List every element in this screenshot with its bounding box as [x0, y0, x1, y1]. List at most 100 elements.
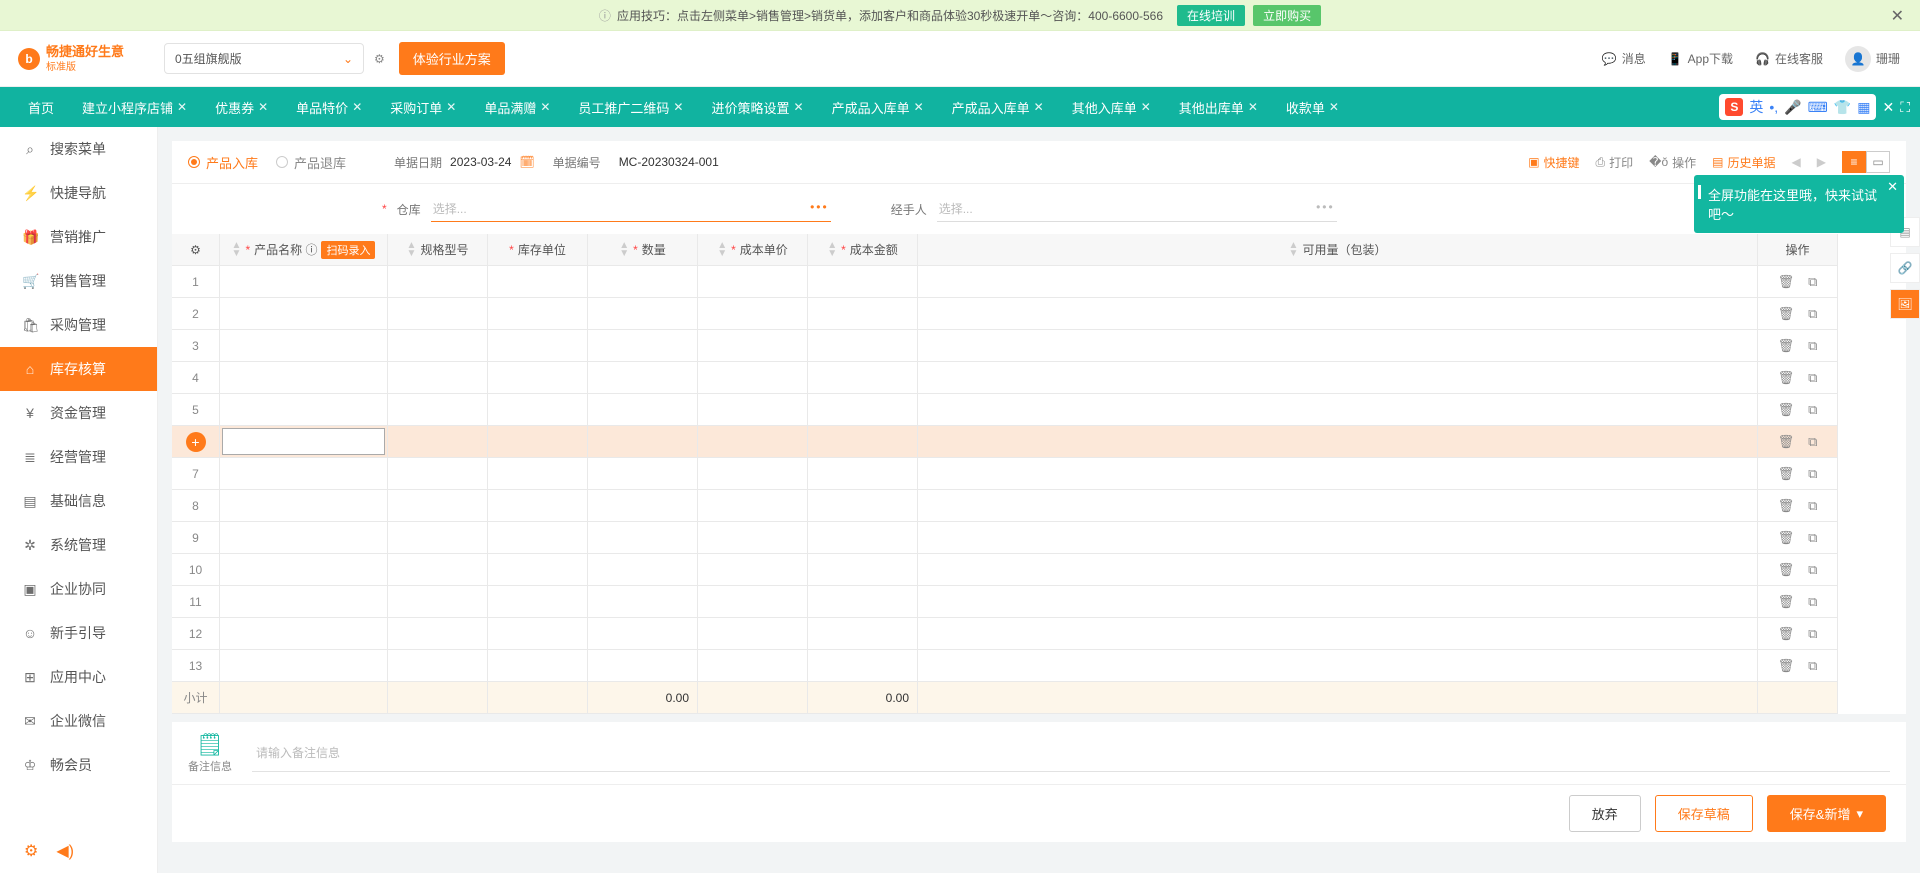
- data-cell[interactable]: [918, 266, 1758, 298]
- calendar-icon[interactable]: 🗓: [519, 155, 534, 169]
- tab-item[interactable]: 优惠券✕: [201, 87, 282, 127]
- delete-icon[interactable]: 🗑: [1778, 530, 1795, 546]
- row-index[interactable]: +: [172, 426, 220, 458]
- mode-in-radio[interactable]: 产品入库: [188, 153, 258, 172]
- tab-close-icon[interactable]: ✕: [446, 100, 456, 114]
- ime-bar[interactable]: S 英 •, 🎤 ⌨ 👕 ▦: [1719, 94, 1876, 120]
- pill-attach-icon[interactable]: 🔗: [1890, 253, 1920, 283]
- user-menu[interactable]: 👤珊珊: [1845, 46, 1900, 72]
- pill-image-icon[interactable]: 🖼: [1890, 289, 1920, 319]
- data-cell[interactable]: [918, 426, 1758, 458]
- data-cell[interactable]: [698, 362, 808, 394]
- sidebar-item[interactable]: ¥资金管理: [0, 391, 157, 435]
- data-cell[interactable]: [588, 490, 698, 522]
- tab-close-icon[interactable]: ✕: [794, 100, 804, 114]
- data-cell[interactable]: [918, 586, 1758, 618]
- delete-icon[interactable]: 🗑: [1778, 562, 1795, 578]
- name-cell[interactable]: [220, 298, 388, 330]
- copy-icon[interactable]: ⧉: [1808, 466, 1817, 482]
- data-cell[interactable]: [588, 330, 698, 362]
- data-cell[interactable]: [698, 586, 808, 618]
- save-draft-button[interactable]: 保存草稿: [1655, 795, 1753, 832]
- col-amount[interactable]: ▲▼*成本金额: [808, 234, 918, 266]
- data-cell[interactable]: [488, 618, 588, 650]
- copy-icon[interactable]: ⧉: [1808, 370, 1817, 386]
- warehouse-select[interactable]: 选择...•••: [431, 196, 831, 222]
- data-cell[interactable]: [388, 330, 488, 362]
- tab-close-icon[interactable]: ✕: [540, 100, 550, 114]
- tab-item[interactable]: 产成品入库单✕: [818, 87, 938, 127]
- tab-item[interactable]: 建立小程序店铺✕: [68, 87, 201, 127]
- date-value[interactable]: 2023-03-24: [450, 155, 511, 169]
- data-cell[interactable]: [588, 586, 698, 618]
- data-cell[interactable]: [488, 362, 588, 394]
- sidebar-item[interactable]: ≣经营管理: [0, 435, 157, 479]
- copy-icon[interactable]: ⧉: [1808, 626, 1817, 642]
- data-cell[interactable]: [388, 650, 488, 682]
- data-cell[interactable]: [588, 426, 698, 458]
- sidebar-item[interactable]: ▣企业协同: [0, 567, 157, 611]
- delete-icon[interactable]: 🗑: [1778, 658, 1795, 674]
- copy-icon[interactable]: ⧉: [1808, 498, 1817, 514]
- buy-button[interactable]: 立即购买: [1253, 5, 1321, 26]
- name-cell[interactable]: [220, 490, 388, 522]
- data-cell[interactable]: [588, 618, 698, 650]
- data-cell[interactable]: [808, 298, 918, 330]
- delete-icon[interactable]: 🗑: [1778, 402, 1795, 418]
- data-cell[interactable]: [388, 298, 488, 330]
- col-qty[interactable]: ▲▼*数量: [588, 234, 698, 266]
- next-icon[interactable]: ▶: [1817, 155, 1826, 169]
- data-cell[interactable]: [808, 266, 918, 298]
- sidebar-item[interactable]: 🛍采购管理: [0, 303, 157, 347]
- data-cell[interactable]: [918, 522, 1758, 554]
- data-cell[interactable]: [808, 490, 918, 522]
- data-cell[interactable]: [808, 586, 918, 618]
- name-cell[interactable]: [220, 586, 388, 618]
- data-cell[interactable]: [808, 618, 918, 650]
- copy-icon[interactable]: ⧉: [1808, 402, 1817, 418]
- tab-close-icon[interactable]: ✕: [177, 100, 187, 114]
- data-cell[interactable]: [588, 522, 698, 554]
- view-list-icon[interactable]: ≡: [1842, 151, 1866, 173]
- more-icon[interactable]: •••: [810, 200, 829, 217]
- data-cell[interactable]: [698, 490, 808, 522]
- data-cell[interactable]: [808, 330, 918, 362]
- data-cell[interactable]: [388, 458, 488, 490]
- sidebar-item[interactable]: ✲系统管理: [0, 523, 157, 567]
- data-cell[interactable]: [488, 554, 588, 586]
- name-cell[interactable]: [220, 362, 388, 394]
- handler-select[interactable]: 选择...•••: [937, 196, 1337, 222]
- tab-close-icon[interactable]: ✕: [1329, 100, 1339, 114]
- add-row-icon[interactable]: +: [186, 432, 206, 452]
- data-cell[interactable]: [698, 650, 808, 682]
- delete-icon[interactable]: 🗑: [1778, 306, 1795, 322]
- copy-icon[interactable]: ⧉: [1808, 274, 1817, 290]
- data-cell[interactable]: [918, 394, 1758, 426]
- data-cell[interactable]: [808, 522, 918, 554]
- data-cell[interactable]: [918, 554, 1758, 586]
- tooltip-close-icon[interactable]: ✕: [1887, 179, 1898, 195]
- train-button[interactable]: 在线培训: [1177, 5, 1245, 26]
- sidebar-item[interactable]: ⊞应用中心: [0, 655, 157, 699]
- copy-icon[interactable]: ⧉: [1808, 658, 1817, 674]
- data-cell[interactable]: [588, 458, 698, 490]
- sidebar-item[interactable]: ⌂库存核算: [0, 347, 157, 391]
- data-cell[interactable]: [918, 458, 1758, 490]
- tip-close-icon[interactable]: ✕: [1891, 6, 1904, 26]
- data-cell[interactable]: [488, 298, 588, 330]
- history-action[interactable]: ▤ 历史单据: [1712, 154, 1775, 171]
- name-cell[interactable]: [220, 650, 388, 682]
- name-cell[interactable]: [220, 426, 388, 458]
- col-spec[interactable]: ▲▼规格型号: [388, 234, 488, 266]
- delete-icon[interactable]: 🗑: [1778, 498, 1795, 514]
- data-cell[interactable]: [808, 650, 918, 682]
- tab-item[interactable]: 产成品入库单✕: [938, 87, 1058, 127]
- tab-item[interactable]: 单品特价✕: [282, 87, 376, 127]
- data-cell[interactable]: [488, 586, 588, 618]
- prev-icon[interactable]: ◀: [1792, 155, 1801, 169]
- print-action[interactable]: ⎙ 打印: [1596, 154, 1634, 171]
- data-cell[interactable]: [808, 394, 918, 426]
- delete-icon[interactable]: 🗑: [1778, 370, 1795, 386]
- collapse-icon[interactable]: ◀): [56, 841, 74, 861]
- copy-icon[interactable]: ⧉: [1808, 594, 1817, 610]
